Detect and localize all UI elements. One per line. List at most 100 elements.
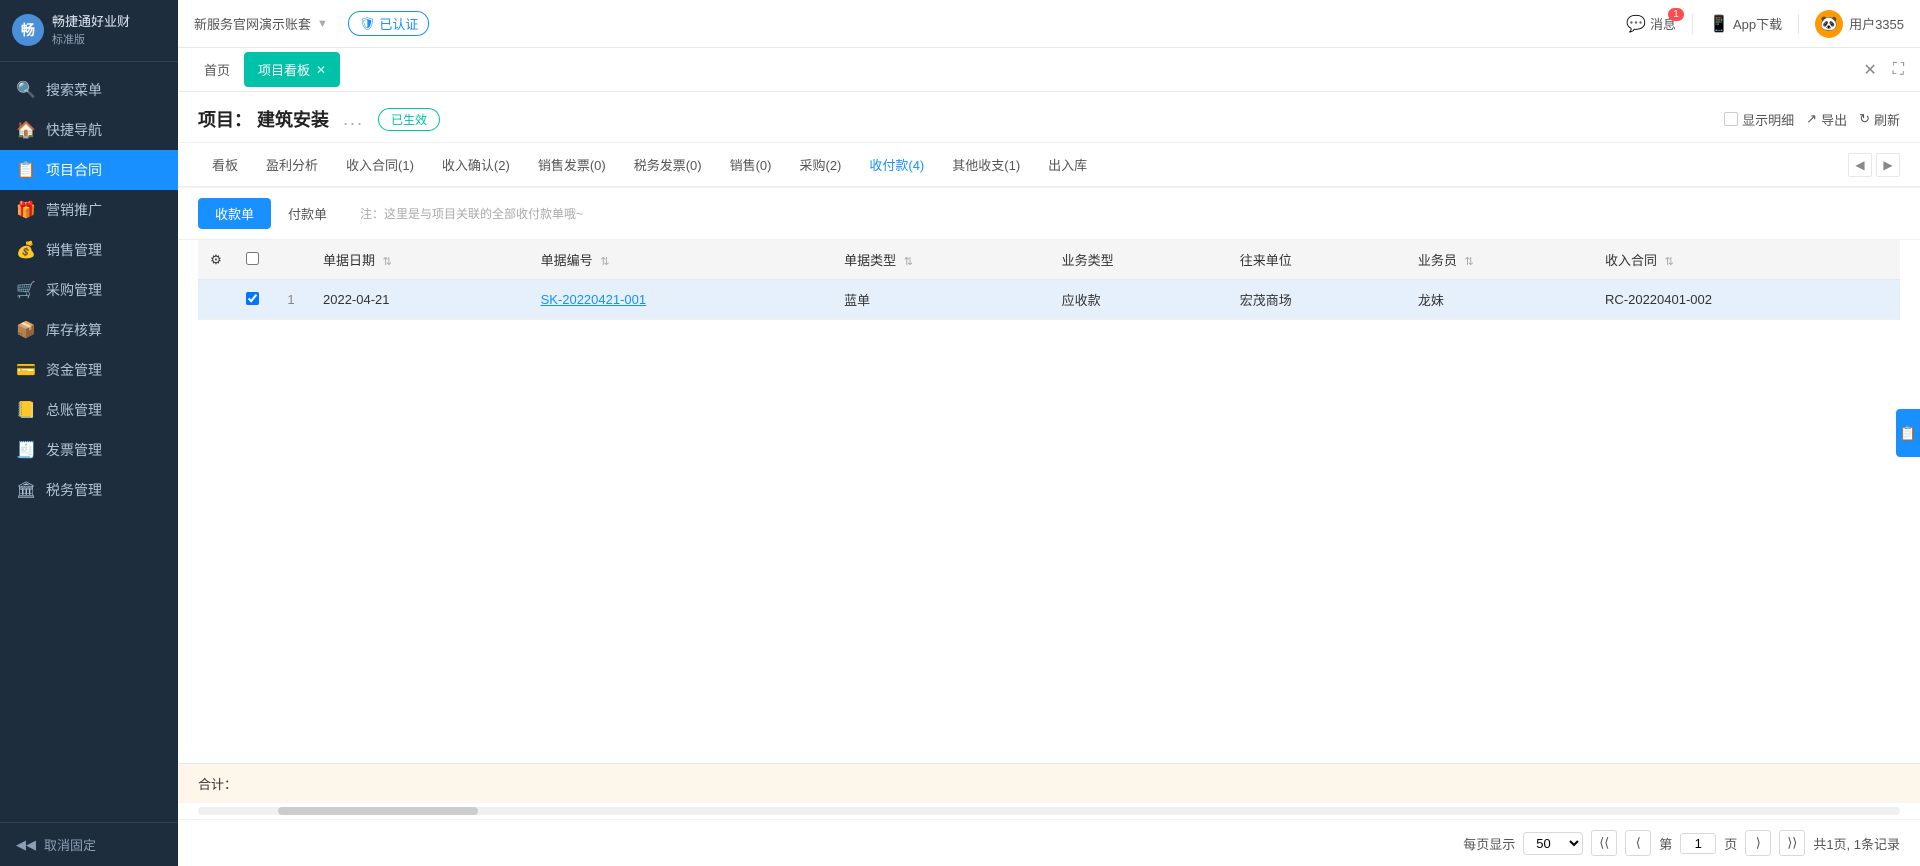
sidebar-item-purchase[interactable]: 🛒采购管理: [0, 270, 178, 310]
receipts-table: ⚙ 单据日期 ⇅ 单据编号 ⇅ 单据类型 ⇅ 业务类型 往来单位 业务员 ⇅ 收…: [198, 240, 1900, 320]
tab-close-icon[interactable]: ✕: [316, 63, 326, 77]
project-label: 项目： 建筑安装: [198, 106, 329, 132]
sidebar-item-ledger[interactable]: 📒总账管理: [0, 390, 178, 430]
sidebar-item-marketing[interactable]: 🎁营销推广: [0, 190, 178, 230]
topbar-divider-1: [1692, 14, 1693, 34]
sidebar-icon-ledger: 📒: [16, 400, 36, 420]
sub-tab-tax_invoice[interactable]: 税务发票(0): [620, 143, 716, 188]
account-selector[interactable]: 新服务官网演示账套 ▼: [194, 14, 328, 33]
page-text2: 页: [1724, 834, 1737, 853]
sidebar-item-invoice[interactable]: 🧾发票管理: [0, 430, 178, 470]
row-code-link[interactable]: SK-20220421-001: [541, 292, 647, 307]
app-subtitle: 标准版: [52, 31, 130, 47]
column-date[interactable]: 单据日期 ⇅: [311, 240, 529, 280]
inner-tab-note: 注：这里是与项目关联的全部收付款单哦~: [360, 205, 583, 222]
horizontal-scrollbar-thumb[interactable]: [278, 807, 478, 815]
export-icon: ↗: [1806, 111, 1817, 127]
show-detail-checkbox-box[interactable]: [1724, 112, 1738, 126]
table-row[interactable]: 1 2022-04-21 SK-20220421-001 蓝单 应收款 宏茂商场…: [198, 280, 1900, 320]
sidebar-item-search[interactable]: 🔍搜索菜单: [0, 70, 178, 110]
export-button[interactable]: ↗ 导出: [1806, 110, 1847, 129]
sidebar: 畅 畅捷通好业财 标准版 🔍搜索菜单🏠快捷导航📋项目合同🎁营销推广💰销售管理🛒采…: [0, 0, 178, 866]
column-salesman[interactable]: 业务员 ⇅: [1406, 240, 1593, 280]
first-page-button[interactable]: ⟨⟨: [1591, 830, 1617, 856]
tab-home[interactable]: 首页: [190, 52, 244, 87]
sort-icon-type: ⇅: [904, 256, 913, 268]
sub-tab-income_contract[interactable]: 收入合同(1): [332, 143, 428, 188]
page-size-label: 每页显示: [1463, 834, 1515, 853]
topbar-right: 💬 消息 1 📱 App下载 🐼 用户3355: [1626, 10, 1904, 38]
user-avatar: 🐼: [1815, 10, 1843, 38]
page-size-select[interactable]: 50 100 200: [1523, 832, 1583, 855]
sub-tab-receipt[interactable]: 收付款(4): [855, 143, 938, 188]
row-checkbox[interactable]: [246, 292, 259, 305]
right-panel-trigger[interactable]: 📋: [1896, 409, 1920, 457]
user-menu[interactable]: 🐼 用户3355: [1815, 10, 1904, 38]
app-logo: 畅: [12, 14, 44, 46]
row-checkbox-cell[interactable]: [234, 280, 271, 320]
sidebar-item-sales[interactable]: 💰销售管理: [0, 230, 178, 270]
refresh-button[interactable]: ↻ 刷新: [1859, 110, 1900, 129]
column-settings[interactable]: ⚙: [198, 240, 234, 280]
select-all-checkbox[interactable]: [246, 252, 259, 265]
expand-window-button[interactable]: ⛶: [1889, 57, 1908, 83]
close-window-button[interactable]: ✕: [1859, 56, 1880, 84]
sub-tab-sales_invoice[interactable]: 销售发票(0): [524, 143, 620, 188]
sidebar-item-shortcut[interactable]: 🏠快捷导航: [0, 110, 178, 150]
sub-tab-other_expense[interactable]: 其他收支(1): [938, 143, 1034, 188]
sidebar-icon-purchase: 🛒: [16, 280, 36, 300]
sidebar-item-finance[interactable]: 💳资金管理: [0, 350, 178, 390]
column-code[interactable]: 单据编号 ⇅: [529, 240, 833, 280]
sidebar-icon-invoice: 🧾: [16, 440, 36, 460]
sidebar-icon-tax: 🏛: [16, 480, 36, 500]
row-income-contract: RC-20220401-002: [1593, 280, 1900, 320]
sidebar-footer-unpin[interactable]: ◀◀ 取消固定: [0, 822, 178, 866]
sidebar-item-tax[interactable]: 🏛税务管理: [0, 470, 178, 510]
row-gear: [198, 280, 234, 320]
sub-tab-prev-button[interactable]: ◀: [1848, 153, 1872, 177]
sidebar-icon-marketing: 🎁: [16, 200, 36, 220]
receipt-tab-button[interactable]: 收款单: [198, 198, 271, 229]
last-page-button[interactable]: ⟩⟩: [1779, 830, 1805, 856]
project-more-button[interactable]: ...: [343, 109, 364, 130]
column-biz-type: 业务类型: [1050, 240, 1228, 280]
app-download-button[interactable]: 📱 App下载: [1709, 14, 1782, 34]
account-name: 新服务官网演示账套: [194, 14, 311, 33]
row-partner: 宏茂商场: [1228, 280, 1406, 320]
sidebar-item-inventory[interactable]: 📦库存核算: [0, 310, 178, 350]
sort-icon-contract: ⇅: [1665, 256, 1674, 268]
table-header-row: ⚙ 单据日期 ⇅ 单据编号 ⇅ 单据类型 ⇅ 业务类型 往来单位 业务员 ⇅ 收…: [198, 240, 1900, 280]
chevron-down-icon: ▼: [317, 18, 328, 30]
page-number-input[interactable]: [1680, 833, 1716, 854]
sidebar-item-contract[interactable]: 📋项目合同: [0, 150, 178, 190]
table-footer: 合计：: [178, 763, 1920, 803]
sub-tab-purchase[interactable]: 采购(2): [785, 143, 855, 188]
main-content: 新服务官网演示账套 ▼ 🛡 已认证 💬 消息 1 📱 App下载 🐼 用: [178, 0, 1920, 866]
sub-tab-nav: ◀ ▶: [1848, 153, 1900, 177]
content-area: 项目： 建筑安装 ... 已生效 显示明细 ↗ 导出 ↻ 刷新: [178, 92, 1920, 866]
tab-project-board[interactable]: 项目看板 ✕: [244, 52, 340, 87]
next-page-button[interactable]: ⟩: [1745, 830, 1771, 856]
message-button[interactable]: 💬 消息 1: [1626, 14, 1676, 34]
table-container: ⚙ 单据日期 ⇅ 单据编号 ⇅ 单据类型 ⇅ 业务类型 往来单位 业务员 ⇅ 收…: [178, 240, 1920, 763]
column-type[interactable]: 单据类型 ⇅: [832, 240, 1050, 280]
row-code[interactable]: SK-20220421-001: [529, 280, 833, 320]
sub-tab-kanban[interactable]: 看板: [198, 143, 252, 188]
column-checkbox: [234, 240, 271, 280]
sub-tab-profit[interactable]: 盈利分析: [252, 143, 332, 188]
tabbar-right: ✕ ⛶: [1859, 56, 1908, 84]
tab-bar: 首页 项目看板 ✕ ✕ ⛶: [178, 48, 1920, 92]
horizontal-scrollbar-track[interactable]: [198, 807, 1900, 815]
column-income-contract[interactable]: 收入合同 ⇅: [1593, 240, 1900, 280]
sub-tab-inout[interactable]: 出入库: [1034, 143, 1101, 188]
payment-tab-button[interactable]: 付款单: [271, 198, 344, 229]
sub-tab-next-button[interactable]: ▶: [1876, 153, 1900, 177]
sub-tab-income_confirm[interactable]: 收入确认(2): [428, 143, 524, 188]
scrollbar-row: [178, 803, 1920, 819]
topbar-left: 新服务官网演示账套 ▼ 🛡 已认证: [194, 11, 1626, 36]
project-header: 项目： 建筑安装 ... 已生效 显示明细 ↗ 导出 ↻ 刷新: [178, 92, 1920, 143]
row-type: 蓝单: [832, 280, 1050, 320]
prev-page-button[interactable]: ⟨: [1625, 830, 1651, 856]
sub-tab-sales[interactable]: 销售(0): [716, 143, 786, 188]
show-detail-checkbox[interactable]: 显示明细: [1724, 110, 1794, 129]
